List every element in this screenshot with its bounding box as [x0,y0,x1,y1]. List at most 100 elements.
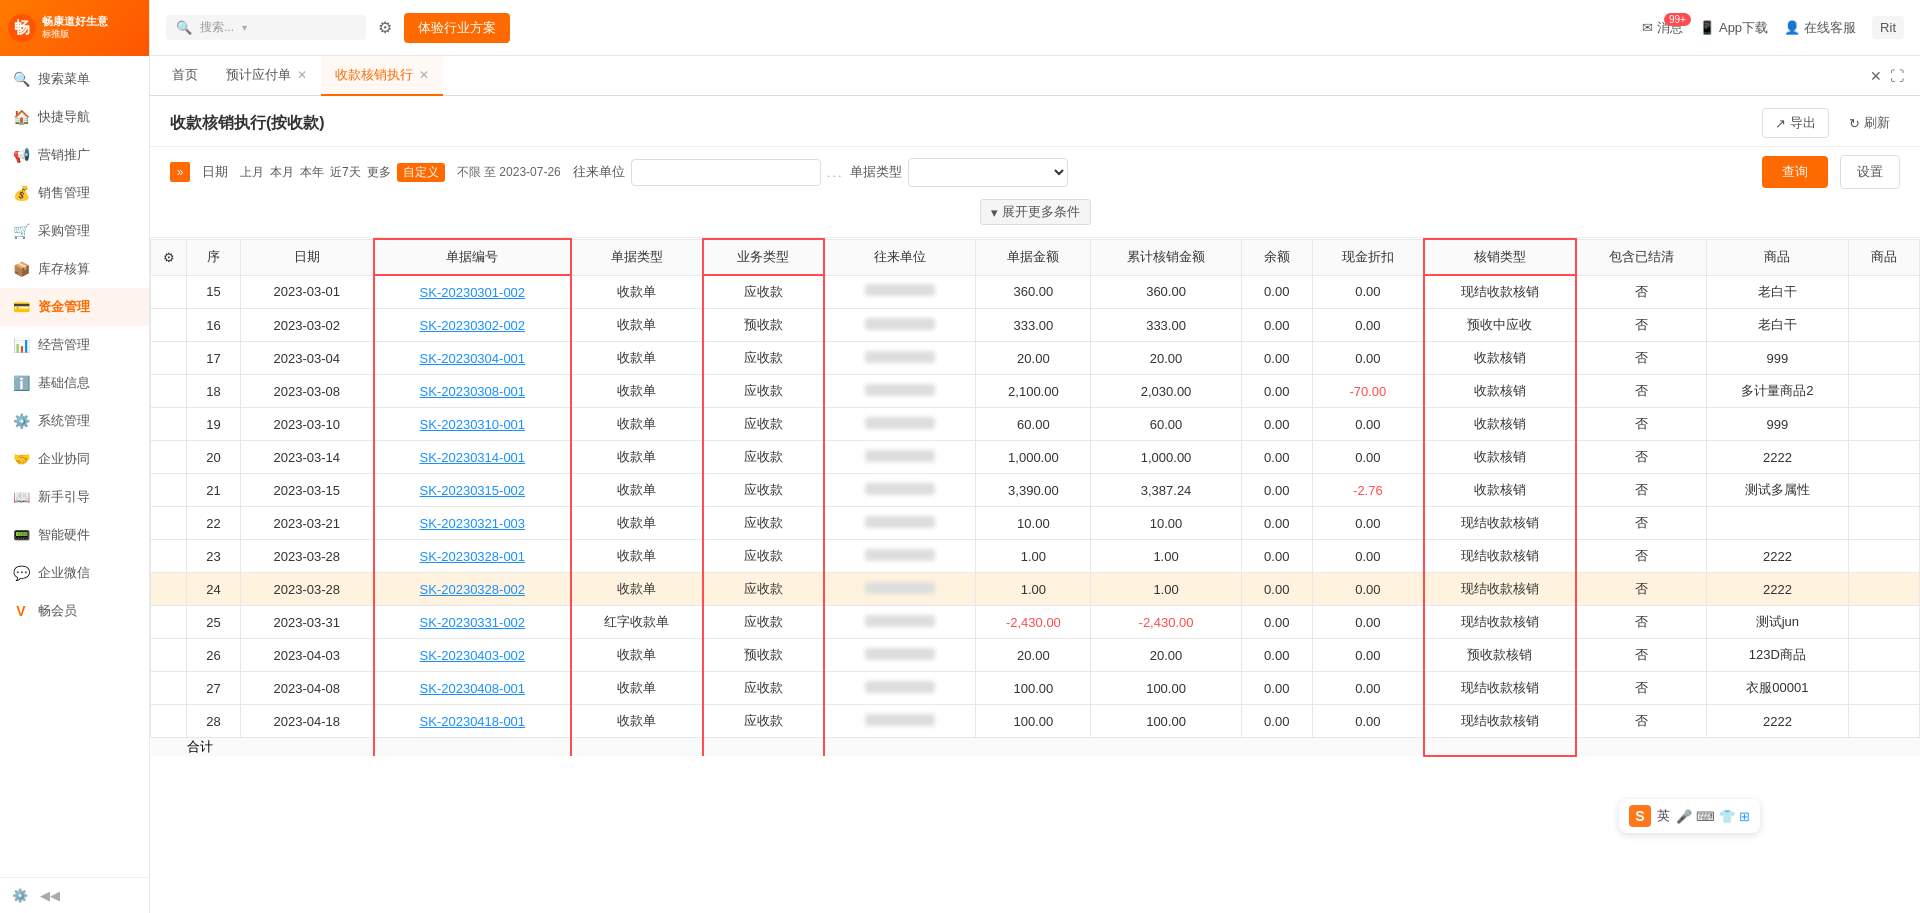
settings-icon[interactable]: ⚙️ [12,888,28,903]
sidebar-item-basic[interactable]: ℹ️ 基础信息 [0,364,149,402]
date-this-month[interactable]: 本月 [270,164,294,181]
date-this-year[interactable]: 本年 [300,164,324,181]
sidebar-item-marketing[interactable]: 📢 营销推广 [0,136,149,174]
cell-doc-no[interactable]: SK-20230302-002 [374,309,571,342]
doc-type-select[interactable] [908,158,1068,187]
cell-include-cleared: 否 [1576,441,1707,474]
cell-doc-no[interactable]: SK-20230301-002 [374,275,571,309]
table-row[interactable]: 272023-04-08SK-20230408-001收款单应收款100.001… [151,672,1920,705]
cell-doc-no[interactable]: SK-20230418-001 [374,705,571,738]
table-row[interactable]: 182023-03-08SK-20230308-001收款单应收款2,100.0… [151,375,1920,408]
sidebar: 畅 畅康道好生意 标推版 🔍 搜索菜单 🏠 快捷导航 📢 营销推广 💰 销售管理… [0,0,150,913]
industry-btn[interactable]: 体验行业方案 [404,13,510,43]
filter-toggle-btn[interactable]: » [170,162,190,182]
sidebar-item-operations[interactable]: 📊 经营管理 [0,326,149,364]
cell-doc-no[interactable]: SK-20230314-001 [374,441,571,474]
cell-cum-amount: 100.00 [1091,672,1241,705]
sidebar-item-sales[interactable]: 💰 销售管理 [0,174,149,212]
table-row[interactable]: 172023-03-04SK-20230304-001收款单应收款20.0020… [151,342,1920,375]
app-download-btn[interactable]: 📱 App下载 [1699,19,1768,37]
tab-home[interactable]: 首页 [158,56,212,96]
sidebar-item-system[interactable]: ⚙️ 系统管理 [0,402,149,440]
cell-discount: 0.00 [1312,342,1423,375]
sidebar-item-search[interactable]: 🔍 搜索菜单 [0,60,149,98]
export-icon: ↗ [1775,116,1786,131]
expand-tab-btn[interactable]: ⛶ [1890,68,1904,84]
online-service-btn[interactable]: 👤 在线客服 [1784,19,1856,37]
table-row[interactable]: 162023-03-02SK-20230302-002收款单预收款333.003… [151,309,1920,342]
collection-tab-close[interactable]: ✕ [419,68,429,82]
table-row[interactable]: 262023-04-03SK-20230403-002收款单预收款20.0020… [151,639,1920,672]
date-7days[interactable]: 近7天 [330,164,361,181]
sidebar-item-inventory[interactable]: 📦 库存核算 [0,250,149,288]
query-btn[interactable]: 查询 [1762,156,1828,188]
user-display[interactable]: Rit [1872,16,1904,39]
search-placeholder: 搜索... [200,19,234,36]
data-table-container: ⚙ 序 日期 单据编号 单据类型 业务类型 往来单位 单据金额 累计核销金额 余… [150,238,1920,913]
sidebar-item-finance[interactable]: 💳 资金管理 [0,288,149,326]
cell-counterpart [824,441,976,474]
cell-doc-no[interactable]: SK-20230304-001 [374,342,571,375]
cell-cum-amount: 60.00 [1091,408,1241,441]
collapse-icon[interactable]: ◀◀ [40,888,60,903]
cell-balance: 0.00 [1241,639,1312,672]
table-row[interactable]: 192023-03-10SK-20230310-001收款单应收款60.0060… [151,408,1920,441]
sidebar-item-purchase[interactable]: 🛒 采购管理 [0,212,149,250]
table-row[interactable]: 232023-03-28SK-20230328-001收款单应收款1.001.0… [151,540,1920,573]
cell-no: 22 [187,507,241,540]
cell-doc-no[interactable]: SK-20230315-002 [374,474,571,507]
cell-doc-no[interactable]: SK-20230321-003 [374,507,571,540]
more-dots: ... [827,165,844,180]
prepay-tab-close[interactable]: ✕ [297,68,307,82]
tab-prepay[interactable]: 预计应付单 ✕ [212,56,321,96]
counterpart-input[interactable] [631,159,821,186]
cell-doc-no[interactable]: SK-20230403-002 [374,639,571,672]
cell-include-cleared: 否 [1576,375,1707,408]
cell-doc-no[interactable]: SK-20230310-001 [374,408,571,441]
sidebar-item-hardware[interactable]: 📟 智能硬件 [0,516,149,554]
cell-verify-type: 收款核销 [1424,342,1576,375]
table-row[interactable]: 152023-03-01SK-20230301-002收款单应收款360.003… [151,275,1920,309]
sidebar-item-label: 采购管理 [38,222,90,240]
date-more[interactable]: 更多 [367,164,391,181]
prepay-tab-label: 预计应付单 [226,66,291,84]
date-last-month[interactable]: 上月 [240,164,264,181]
table-row[interactable]: 252023-03-31SK-20230331-002红字收款单应收款-2,43… [151,606,1920,639]
table-row[interactable]: 282023-04-18SK-20230418-001收款单应收款100.001… [151,705,1920,738]
cell-doc-no[interactable]: SK-20230408-001 [374,672,571,705]
cell-doc-no[interactable]: SK-20230308-001 [374,375,571,408]
sidebar-footer: ⚙️ ◀◀ [0,877,149,913]
cell-date: 2023-03-02 [240,309,373,342]
refresh-btn[interactable]: ↻ 刷新 [1839,108,1900,138]
search-bar[interactable]: 🔍 搜索... ▾ [166,15,366,40]
cell-gear [151,573,187,606]
export-btn[interactable]: ↗ 导出 [1762,108,1829,138]
expand-conditions-btn[interactable]: ▾ 展开更多条件 [980,199,1091,225]
tab-collection[interactable]: 收款核销执行 ✕ [321,56,443,96]
cell-gear [151,507,187,540]
cell-doc-no[interactable]: SK-20230328-002 [374,573,571,606]
cell-counterpart [824,375,976,408]
sidebar-item-guide[interactable]: 📖 新手引导 [0,478,149,516]
sidebar-item-quicknav[interactable]: 🏠 快捷导航 [0,98,149,136]
sidebar-item-wechat[interactable]: 💬 企业微信 [0,554,149,592]
settings-btn[interactable]: 设置 [1840,155,1900,189]
cell-doc-no[interactable]: SK-20230331-002 [374,606,571,639]
table-row[interactable]: 222023-03-21SK-20230321-003收款单应收款10.0010… [151,507,1920,540]
footer-cum [1091,738,1241,757]
table-row[interactable]: 202023-03-14SK-20230314-001收款单应收款1,000.0… [151,441,1920,474]
cell-doc-no[interactable]: SK-20230328-001 [374,540,571,573]
gear-icon[interactable]: ⚙ [378,18,392,37]
table-row[interactable]: 242023-03-28SK-20230328-002收款单应收款1.001.0… [151,573,1920,606]
sidebar-item-member[interactable]: V 畅会员 [0,592,149,630]
sidebar-item-label: 新手引导 [38,488,90,506]
inventory-icon: 📦 [12,261,30,277]
table-row[interactable]: 212023-03-15SK-20230315-002收款单应收款3,390.0… [151,474,1920,507]
sidebar-item-collab[interactable]: 🤝 企业协同 [0,440,149,478]
message-btn[interactable]: ✉ 消息 99+ [1642,19,1683,37]
sidebar-item-label: 基础信息 [38,374,90,392]
filter-row: » 日期 上月 本月 本年 近7天 更多 自定义 不限 至 2023-07-26 [170,155,1900,189]
cell-amount: 100.00 [976,672,1091,705]
close-tab-btn[interactable]: ✕ [1870,68,1882,84]
date-custom-btn[interactable]: 自定义 [397,163,445,182]
